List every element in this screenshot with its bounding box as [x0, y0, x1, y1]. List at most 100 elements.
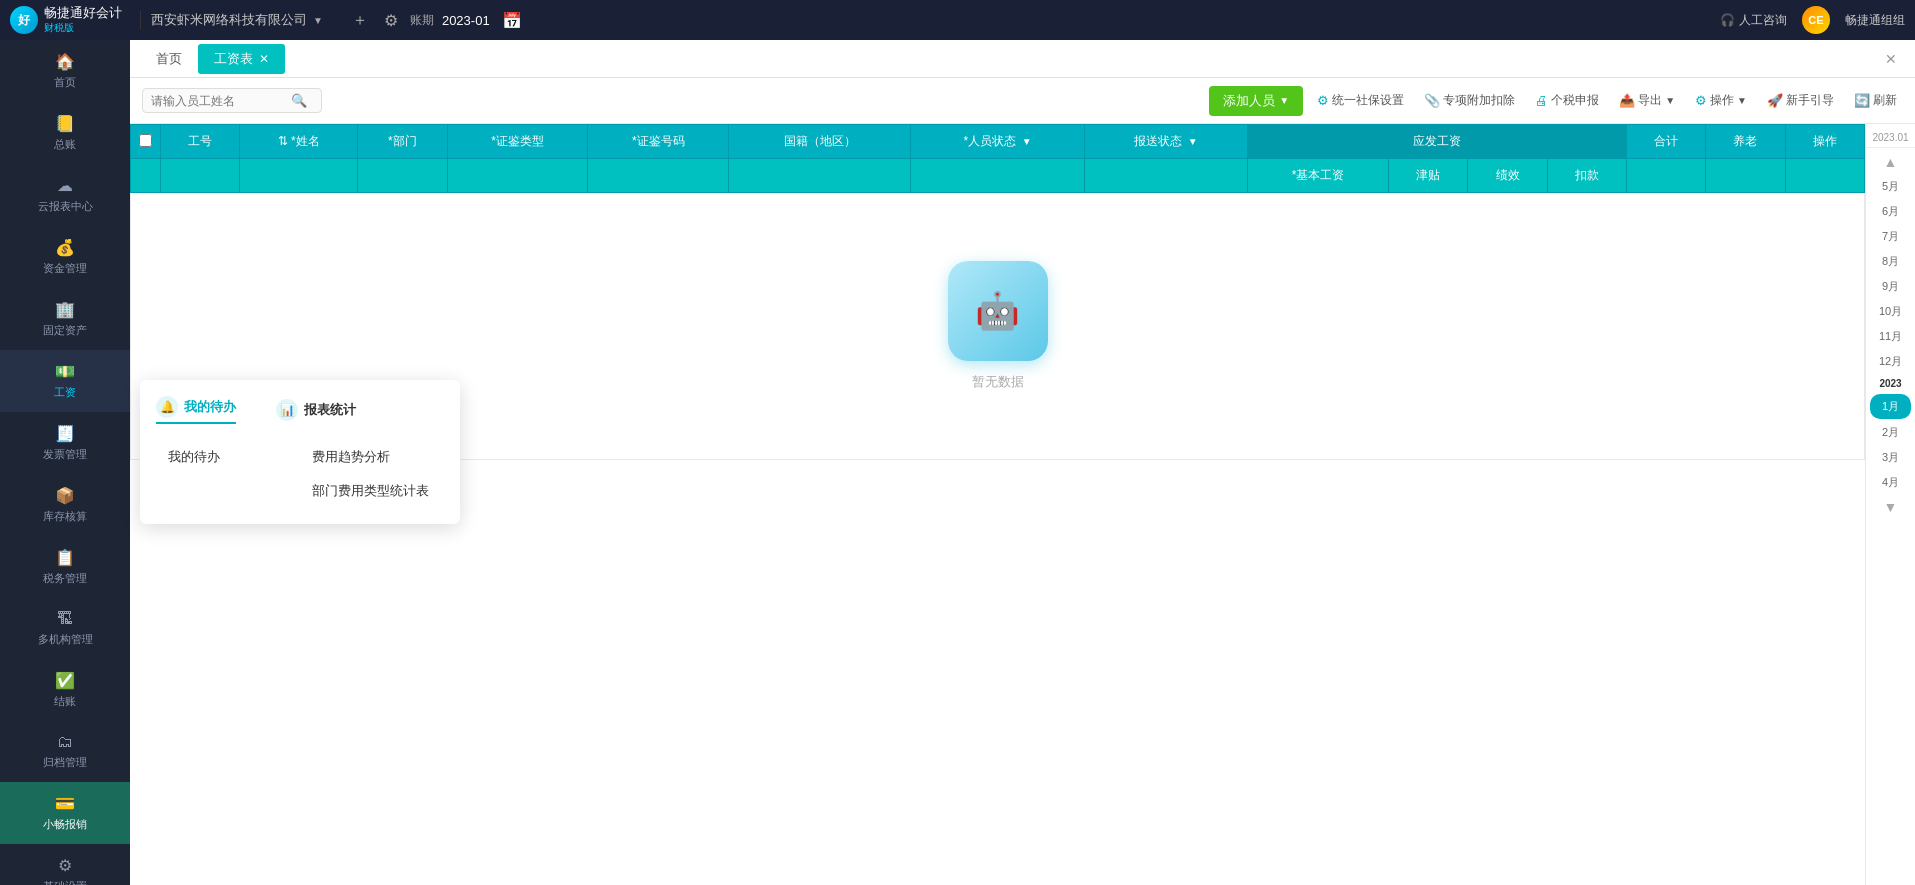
timeline-month-2[interactable]: 2月	[1866, 420, 1915, 445]
timeline-month-9[interactable]: 9月	[1866, 274, 1915, 299]
inventory-icon: 📦	[55, 486, 75, 505]
social-insurance-label: 统一社保设置	[1332, 92, 1404, 109]
calendar-icon[interactable]: 📅	[498, 7, 526, 34]
header-nationality: 国籍（地区）	[729, 125, 911, 159]
timeline-month-11[interactable]: 11月	[1866, 324, 1915, 349]
logo-text-area: 畅捷通好会计 财税版	[44, 5, 122, 35]
sidebar-item-inventory[interactable]: 📦 库存核算	[0, 474, 130, 536]
popup-content: 我的待办 费用趋势分析 部门费用类型统计表	[156, 440, 444, 508]
header-checkbox-cell	[131, 125, 161, 159]
close-all-tabs-button[interactable]: ✕	[1877, 47, 1905, 71]
operations-button[interactable]: ⚙ 操作 ▼	[1689, 88, 1753, 113]
operations-icon: ⚙	[1695, 93, 1707, 108]
settings-icon[interactable]: ⚙	[380, 7, 402, 34]
popup-item-dept-stats[interactable]: 部门费用类型统计表	[300, 474, 444, 508]
username: 畅捷通组组	[1845, 12, 1905, 29]
timeline-month-1-current[interactable]: 1月	[1870, 394, 1911, 419]
popup-item-todo[interactable]: 我的待办	[156, 440, 300, 474]
special-deduction-label: 专项附加扣除	[1443, 92, 1515, 109]
timeline-month-5[interactable]: 5月	[1866, 174, 1915, 199]
sidebar-item-tax[interactable]: 📋 税务管理	[0, 536, 130, 598]
toolbar: 🔍 添加人员 ▼ ⚙ 统一社保设置 📎 专项附加扣除 🖨 个税申报 📤 导出	[130, 78, 1915, 124]
search-input-wrap[interactable]: 🔍	[142, 88, 322, 113]
sub-empty-5	[447, 159, 588, 193]
multi-icon: 🏗	[57, 610, 73, 628]
tab-payroll-label: 工资表	[214, 50, 253, 68]
sidebar-label-ledger: 总账	[54, 137, 76, 152]
ledger-icon: 📒	[55, 114, 75, 133]
settlement-icon: ✅	[55, 671, 75, 690]
archive-icon: 🗂	[57, 733, 73, 751]
sidebar-item-salary[interactable]: 💵 工资	[0, 350, 130, 412]
guide-button[interactable]: 🚀 新手引导	[1761, 88, 1840, 113]
service-button[interactable]: 🎧 人工咨询	[1720, 12, 1787, 29]
export-arrow-icon: ▼	[1665, 95, 1675, 106]
header-payroll-group: 应发工资	[1248, 125, 1627, 159]
sidebar-item-cloud[interactable]: ☁ 云报表中心	[0, 164, 130, 226]
sidebar-item-archive[interactable]: 🗂 归档管理	[0, 721, 130, 782]
guide-toolbar-icon: 🚀	[1767, 93, 1783, 108]
timeline-month-4[interactable]: 4月	[1866, 470, 1915, 495]
tab-home[interactable]: 首页	[140, 44, 198, 74]
user-avatar[interactable]: CE	[1802, 6, 1830, 34]
sidebar-item-invoice[interactable]: 🧾 发票管理	[0, 412, 130, 474]
tab-close-icon[interactable]: ✕	[259, 52, 269, 66]
header-operations: 操作	[1785, 125, 1864, 159]
sidebar-item-assets[interactable]: 🏢 固定资产	[0, 288, 130, 350]
logo-area: 好 畅捷通好会计 财税版	[10, 5, 140, 35]
sidebar-item-finance[interactable]: 💰 资金管理	[0, 226, 130, 288]
empty-robot-icon: 🤖	[948, 261, 1048, 361]
sub-empty-2	[161, 159, 240, 193]
status-filter-icon[interactable]: ▼	[1022, 136, 1032, 147]
sidebar-label-settlement: 结账	[54, 694, 76, 709]
timeline-month-3[interactable]: 3月	[1866, 445, 1915, 470]
add-person-label: 添加人员	[1223, 92, 1275, 110]
sub-empty-1	[131, 159, 161, 193]
timeline-month-8[interactable]: 8月	[1866, 249, 1915, 274]
tax-report-button[interactable]: 🖨 个税申报	[1529, 88, 1605, 113]
timeline-nav-down[interactable]: ▼	[1880, 495, 1902, 519]
timeline-month-12[interactable]: 12月	[1866, 349, 1915, 374]
search-input[interactable]	[151, 94, 291, 108]
refresh-button[interactable]: 🔄 刷新	[1848, 88, 1903, 113]
add-icon[interactable]: ＋	[348, 6, 372, 35]
tax-report-icon: 🖨	[1535, 93, 1548, 108]
top-header: 好 畅捷通好会计 财税版 西安虾米网络科技有限公司 ▼ ＋ ⚙ 账期 2023-…	[0, 0, 1915, 40]
popup-item-trend[interactable]: 费用趋势分析	[300, 440, 444, 474]
search-icon: 🔍	[291, 93, 307, 108]
sidebar-item-multi[interactable]: 🏗 多机构管理	[0, 598, 130, 659]
popup-section-report[interactable]: 📊 报表统计	[276, 396, 356, 424]
social-insurance-button[interactable]: ⚙ 统一社保设置	[1311, 88, 1410, 113]
service-label: 人工咨询	[1739, 12, 1787, 29]
assets-icon: 🏢	[55, 300, 75, 319]
period-value: 2023-01	[442, 13, 490, 28]
sidebar-label-basic: 基础设置	[43, 879, 87, 885]
sidebar-label-home: 首页	[54, 75, 76, 90]
popup-section-todo[interactable]: 🔔 我的待办	[156, 396, 236, 424]
special-deduction-button[interactable]: 📎 专项附加扣除	[1418, 88, 1521, 113]
header-cert-type: *证鉴类型	[447, 125, 588, 159]
timeline-month-10[interactable]: 10月	[1866, 299, 1915, 324]
tab-payroll[interactable]: 工资表 ✕	[198, 44, 285, 74]
export-button[interactable]: 📤 导出 ▼	[1613, 88, 1681, 113]
timeline-month-6[interactable]: 6月	[1866, 199, 1915, 224]
timeline-nav-up[interactable]: ▲	[1880, 150, 1902, 174]
company-selector[interactable]: 西安虾米网络科技有限公司 ▼	[140, 11, 333, 29]
refresh-icon: 🔄	[1854, 93, 1870, 108]
sidebar-item-basic[interactable]: ⚙ 基础设置	[0, 844, 130, 885]
sub-allowance: 津贴	[1389, 159, 1468, 193]
sub-empty-3	[240, 159, 358, 193]
sidebar-item-expense[interactable]: 💳 小畅报销	[0, 782, 130, 844]
expense-icon: 💳	[55, 794, 75, 813]
sidebar-item-home[interactable]: 🏠 首页	[0, 40, 130, 102]
sidebar-item-settlement[interactable]: ✅ 结账	[0, 659, 130, 721]
sub-bonus: 绩效	[1468, 159, 1547, 193]
timeline-month-7[interactable]: 7月	[1866, 224, 1915, 249]
add-person-button[interactable]: 添加人员 ▼	[1209, 86, 1303, 116]
cloud-icon: ☁	[57, 176, 73, 195]
sidebar-item-ledger[interactable]: 📒 总账	[0, 102, 130, 164]
sub-empty-4	[358, 159, 447, 193]
select-all-checkbox[interactable]	[139, 134, 152, 147]
report-filter-icon[interactable]: ▼	[1188, 136, 1198, 147]
sub-empty-8	[911, 159, 1084, 193]
